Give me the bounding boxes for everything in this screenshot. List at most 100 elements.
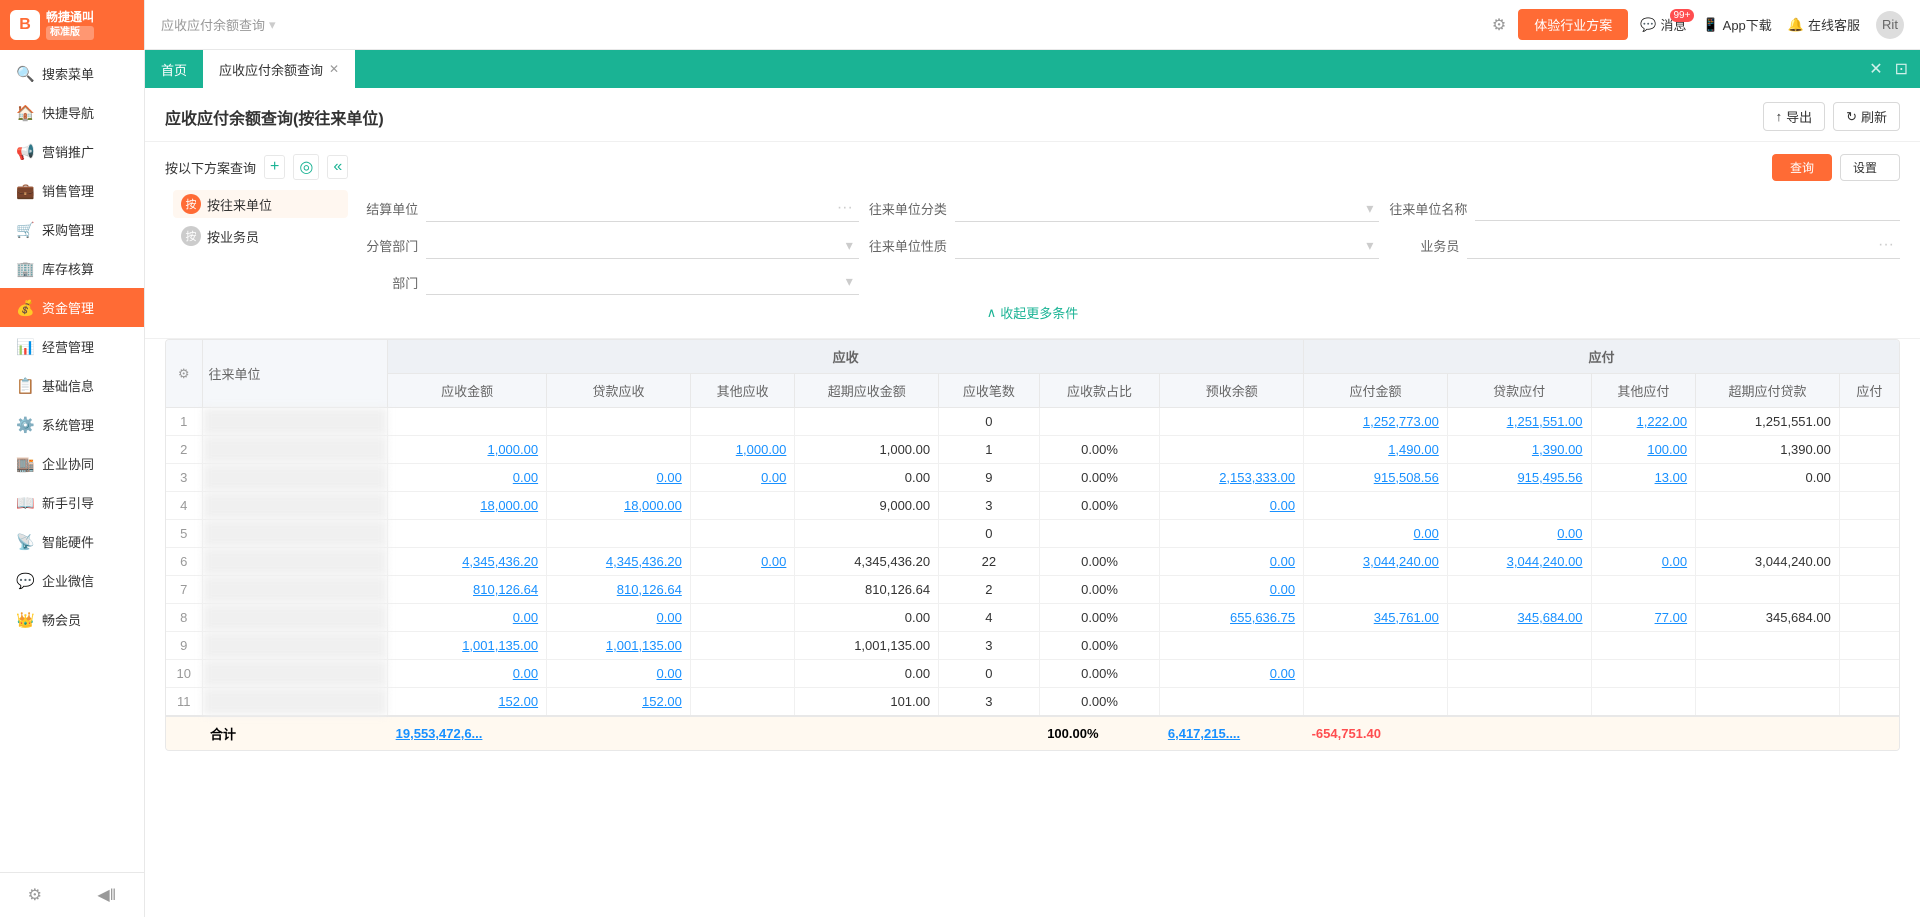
cell-link[interactable]: 810,126.64 xyxy=(473,582,538,597)
filter-collapse-icon[interactable]: « xyxy=(327,155,348,179)
filter-dept-input[interactable]: ▾ xyxy=(426,269,859,295)
cell-link[interactable]: 0.00 xyxy=(1414,526,1439,541)
tab-close-icon[interactable]: ✕ xyxy=(329,62,339,76)
sidebar-item-basic[interactable]: 📋基础信息 xyxy=(0,366,144,405)
cell-link[interactable]: 4,345,436.20 xyxy=(606,554,682,569)
topbar-app[interactable]: 📱 App下载 xyxy=(1702,15,1771,34)
unit-category-field[interactable] xyxy=(961,201,1367,216)
footer-ar-prepay[interactable]: 6,417,215.... xyxy=(1160,716,1304,750)
cell-link[interactable]: 1,000.00 xyxy=(736,442,787,457)
settle-unit-field[interactable] xyxy=(432,201,837,216)
cell-link[interactable]: 655,636.75 xyxy=(1230,610,1295,625)
cell-link[interactable]: 1,390.00 xyxy=(1532,442,1583,457)
collapse-button[interactable]: ∧ 收起更多条件 xyxy=(987,303,1079,322)
sidebar-item-marketing[interactable]: 📢营销推广 xyxy=(0,132,144,171)
cell-link[interactable]: 1,222.00 xyxy=(1637,414,1688,429)
cell-link[interactable]: 100.00 xyxy=(1647,442,1687,457)
cell-link[interactable]: 1,251,551.00 xyxy=(1507,414,1583,429)
settings-button[interactable]: 设置 xyxy=(1840,154,1900,181)
user-avatar[interactable]: Rit xyxy=(1876,11,1904,39)
settings-icon[interactable]: ⚙ xyxy=(178,366,190,381)
cell-link[interactable]: 0.00 xyxy=(1270,666,1295,681)
cell-link[interactable]: 2,153,333.00 xyxy=(1219,470,1295,485)
cell-link[interactable]: 3,044,240.00 xyxy=(1507,554,1583,569)
cell-link[interactable]: 0.00 xyxy=(1270,498,1295,513)
cell-link[interactable]: 152.00 xyxy=(498,694,538,709)
unit-nature-field[interactable] xyxy=(961,238,1367,253)
filter-settings-btn[interactable]: ◎ xyxy=(293,154,319,180)
cell-link[interactable]: 4,345,436.20 xyxy=(462,554,538,569)
sidebar-collapse-btn[interactable]: ◀‖ xyxy=(89,881,124,909)
sidebar-item-operation[interactable]: 📊经营管理 xyxy=(0,327,144,366)
cell-link[interactable]: 3,044,240.00 xyxy=(1363,554,1439,569)
cell-link[interactable]: 0.00 xyxy=(1662,554,1687,569)
topbar-service[interactable]: 🔔 在线客服 xyxy=(1788,15,1860,34)
cell-link[interactable]: 0.00 xyxy=(1270,582,1295,597)
cell-link[interactable]: 1,001,135.00 xyxy=(606,638,682,653)
cell-link[interactable]: 345,761.00 xyxy=(1374,610,1439,625)
dept-manage-arrow[interactable]: ▾ xyxy=(846,237,853,254)
sidebar-item-hardware[interactable]: 📡智能硬件 xyxy=(0,522,144,561)
tabbar-close-btn[interactable]: ✕ xyxy=(1865,55,1886,83)
unit-nature-arrow[interactable]: ▾ xyxy=(1366,237,1373,254)
cell-link[interactable]: 0.00 xyxy=(1557,526,1582,541)
sidebar-item-inventory[interactable]: 🏢库存核算 xyxy=(0,249,144,288)
refresh-button[interactable]: ↻ 刷新 xyxy=(1833,102,1900,131)
filter-add-btn[interactable]: + xyxy=(264,155,285,179)
cell-link[interactable]: 1,252,773.00 xyxy=(1363,414,1439,429)
salesperson-dots[interactable]: ··· xyxy=(1878,236,1894,254)
tab-home[interactable]: 首页 xyxy=(145,50,203,88)
cell-link[interactable]: 0.00 xyxy=(513,666,538,681)
cell-link[interactable]: 915,495.56 xyxy=(1517,470,1582,485)
filter-unit-category-input[interactable]: ▾ xyxy=(955,196,1380,222)
cell-link[interactable]: 1,490.00 xyxy=(1388,442,1439,457)
cell-link[interactable]: 0.00 xyxy=(513,610,538,625)
cell-link[interactable]: 77.00 xyxy=(1655,610,1688,625)
cell-link[interactable]: 0.00 xyxy=(513,470,538,485)
salesperson-field[interactable] xyxy=(1473,238,1878,253)
sidebar-item-finance[interactable]: 💰资金管理 xyxy=(0,288,144,327)
tab-arbalance[interactable]: 应收应付余额查询 ✕ xyxy=(203,50,355,88)
topbar-gear-icon[interactable]: ⚙ xyxy=(1492,15,1506,35)
cell-link[interactable]: 18,000.00 xyxy=(624,498,682,513)
filter-plan-unit[interactable]: 按 按往来单位 xyxy=(173,190,348,218)
dept-arrow[interactable]: ▾ xyxy=(846,273,853,290)
sidebar-item-guide[interactable]: 📖新手引导 xyxy=(0,483,144,522)
footer-ar-amount[interactable]: 19,553,472,6... xyxy=(388,716,547,750)
cell-link[interactable]: 0.00 xyxy=(761,554,786,569)
cell-link[interactable]: 1,001,135.00 xyxy=(462,638,538,653)
export-button[interactable]: ↑ 导出 xyxy=(1763,102,1826,131)
cell-link[interactable]: 152.00 xyxy=(642,694,682,709)
cell-link[interactable]: 0.00 xyxy=(1270,554,1295,569)
sidebar-item-member[interactable]: 👑畅会员 xyxy=(0,600,144,639)
filter-unit-nature-input[interactable]: ▾ xyxy=(955,233,1380,259)
unit-name-field[interactable] xyxy=(1475,197,1900,221)
filter-dept-manage-input[interactable]: ▾ xyxy=(426,233,859,259)
cell-link[interactable]: 13.00 xyxy=(1655,470,1688,485)
sidebar-item-wechat[interactable]: 💬企业微信 xyxy=(0,561,144,600)
cell-link[interactable]: 0.00 xyxy=(657,666,682,681)
sidebar-item-quicknav[interactable]: 🏠快捷导航 xyxy=(0,93,144,132)
sidebar-item-sales[interactable]: 💼销售管理 xyxy=(0,171,144,210)
unit-category-arrow[interactable]: ▾ xyxy=(1366,200,1373,217)
query-button[interactable]: 查询 xyxy=(1772,154,1832,181)
sidebar-item-search[interactable]: 🔍搜索菜单 xyxy=(0,54,144,93)
dept-field[interactable] xyxy=(432,274,846,289)
sidebar-gear-btn[interactable]: ⚙ xyxy=(20,881,50,909)
sidebar-item-purchase[interactable]: 🛒采购管理 xyxy=(0,210,144,249)
dept-manage-field[interactable] xyxy=(432,238,846,253)
cell-link[interactable]: 18,000.00 xyxy=(480,498,538,513)
cell-link[interactable]: 0.00 xyxy=(657,610,682,625)
cell-link[interactable]: 0.00 xyxy=(761,470,786,485)
tabbar-expand-btn[interactable]: ⊡ xyxy=(1891,55,1912,83)
filter-settle-unit-input[interactable]: ··· xyxy=(426,195,859,222)
sidebar-item-system[interactable]: ⚙️系统管理 xyxy=(0,405,144,444)
cell-link[interactable]: 915,508.56 xyxy=(1374,470,1439,485)
cell-link[interactable]: 810,126.64 xyxy=(617,582,682,597)
topbar-msg[interactable]: 💬 消息 99+ xyxy=(1640,15,1686,34)
filter-plan-staff[interactable]: 按 按业务员 xyxy=(173,222,348,250)
cell-link[interactable]: 0.00 xyxy=(657,470,682,485)
sidebar-item-enterprise[interactable]: 🏬企业协同 xyxy=(0,444,144,483)
filter-salesperson-input[interactable]: ··· xyxy=(1467,232,1900,259)
settle-unit-dots[interactable]: ··· xyxy=(837,199,853,217)
